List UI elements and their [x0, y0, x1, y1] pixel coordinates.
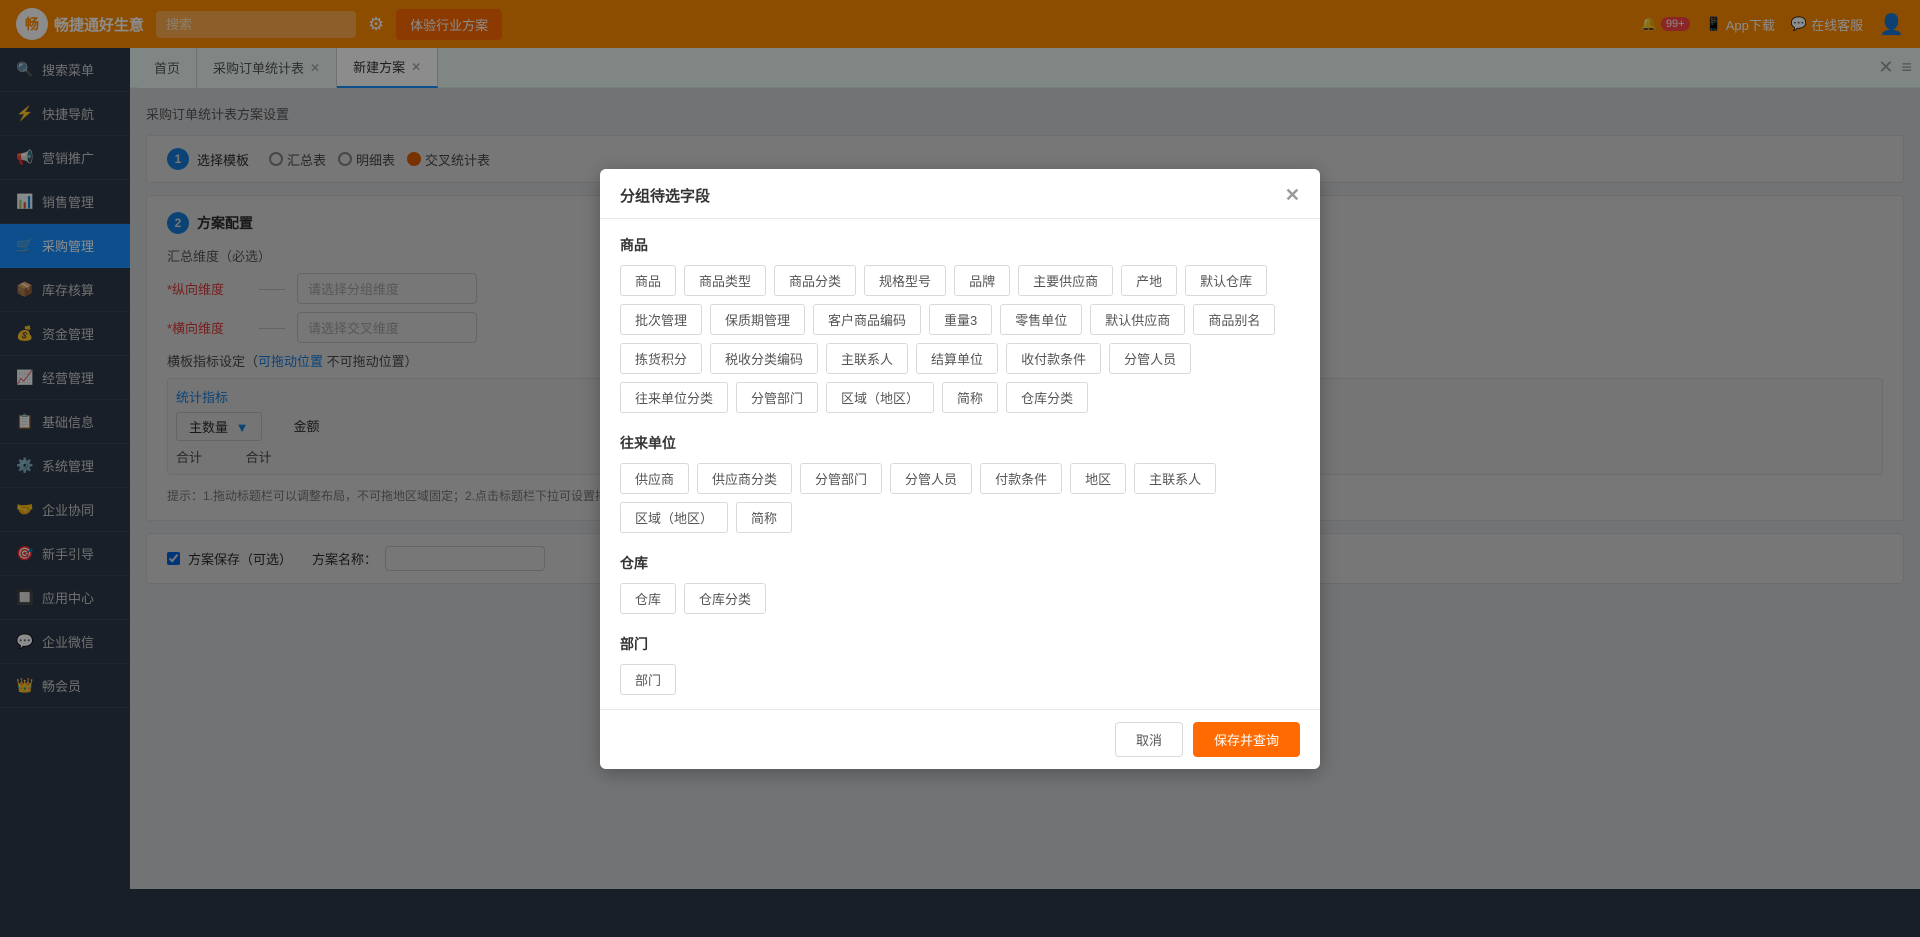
section-warehouse-title: 仓库 [620, 553, 1300, 573]
tag-c-area[interactable]: 地区 [1070, 463, 1126, 494]
dialog-header: 分组待选字段 ✕ [600, 169, 1320, 219]
tag-w-warehouse[interactable]: 仓库 [620, 583, 676, 614]
tag-default-supplier[interactable]: 默认供应商 [1090, 304, 1185, 335]
dialog-close-btn[interactable]: ✕ [1285, 186, 1300, 204]
tag-product[interactable]: 商品 [620, 265, 676, 296]
tag-product-category[interactable]: 商品分类 [774, 265, 856, 296]
confirm-button[interactable]: 保存并查询 [1193, 722, 1300, 757]
tag-default-warehouse[interactable]: 默认仓库 [1185, 265, 1267, 296]
tag-supplier-cat[interactable]: 供应商分类 [697, 463, 792, 494]
tag-c-person[interactable]: 分管人员 [890, 463, 972, 494]
tag-supplier[interactable]: 供应商 [620, 463, 689, 494]
tag-w-warehouse-cat[interactable]: 仓库分类 [684, 583, 766, 614]
section-product-title: 商品 [620, 235, 1300, 255]
tag-spec-model[interactable]: 规格型号 [864, 265, 946, 296]
section-dept: 部门 部门 [620, 634, 1300, 695]
tag-pick-score[interactable]: 拣货积分 [620, 343, 702, 374]
tag-expiry-mgmt[interactable]: 保质期管理 [710, 304, 805, 335]
field-select-dialog: 分组待选字段 ✕ 商品 商品 商品类型 商品分类 规格型号 品牌 主要供应商 产… [600, 169, 1320, 769]
tag-warehouse-cat[interactable]: 仓库分类 [1006, 382, 1088, 413]
section-counterparty: 往来单位 供应商 供应商分类 分管部门 分管人员 付款条件 地区 主联系人 区域… [620, 433, 1300, 533]
section-warehouse-tags: 仓库 仓库分类 [620, 583, 1300, 614]
tag-c-dept[interactable]: 分管部门 [800, 463, 882, 494]
tag-weight3[interactable]: 重量3 [929, 304, 992, 335]
tag-retail-unit[interactable]: 零售单位 [1000, 304, 1082, 335]
tag-settle-unit[interactable]: 结算单位 [916, 343, 998, 374]
tag-c-short[interactable]: 简称 [736, 502, 792, 533]
tag-d-dept[interactable]: 部门 [620, 664, 676, 695]
tag-batch-mgmt[interactable]: 批次管理 [620, 304, 702, 335]
section-counterparty-tags: 供应商 供应商分类 分管部门 分管人员 付款条件 地区 主联系人 区域（地区） … [620, 463, 1300, 533]
tag-dept[interactable]: 分管部门 [736, 382, 818, 413]
dialog-body[interactable]: 商品 商品 商品类型 商品分类 规格型号 品牌 主要供应商 产地 默认仓库 批次… [600, 219, 1320, 709]
tag-main-supplier[interactable]: 主要供应商 [1018, 265, 1113, 296]
dialog-title: 分组待选字段 [620, 185, 710, 206]
tag-c-region[interactable]: 区域（地区） [620, 502, 728, 533]
section-counterparty-title: 往来单位 [620, 433, 1300, 453]
tag-brand[interactable]: 品牌 [954, 265, 1010, 296]
dialog-footer: 取消 保存并查询 [600, 709, 1320, 769]
section-dept-tags: 部门 [620, 664, 1300, 695]
section-product-tags: 商品 商品类型 商品分类 规格型号 品牌 主要供应商 产地 默认仓库 批次管理 … [620, 265, 1300, 413]
tag-main-contact[interactable]: 主联系人 [826, 343, 908, 374]
tag-short-name[interactable]: 简称 [942, 382, 998, 413]
tag-product-type[interactable]: 商品类型 [684, 265, 766, 296]
section-product: 商品 商品 商品类型 商品分类 规格型号 品牌 主要供应商 产地 默认仓库 批次… [620, 235, 1300, 413]
tag-customer-code[interactable]: 客户商品编码 [813, 304, 921, 335]
tag-payment-terms[interactable]: 收付款条件 [1006, 343, 1101, 374]
dialog-overlay: 分组待选字段 ✕ 商品 商品 商品类型 商品分类 规格型号 品牌 主要供应商 产… [0, 0, 1920, 937]
tag-supervisor[interactable]: 分管人员 [1109, 343, 1191, 374]
tag-product-alias[interactable]: 商品别名 [1193, 304, 1275, 335]
section-dept-title: 部门 [620, 634, 1300, 654]
tag-counterparty-cat[interactable]: 往来单位分类 [620, 382, 728, 413]
tag-c-contact[interactable]: 主联系人 [1134, 463, 1216, 494]
section-warehouse: 仓库 仓库 仓库分类 [620, 553, 1300, 614]
tag-tax-code[interactable]: 税收分类编码 [710, 343, 818, 374]
tag-region[interactable]: 区域（地区） [826, 382, 934, 413]
tag-c-payment[interactable]: 付款条件 [980, 463, 1062, 494]
tag-origin[interactable]: 产地 [1121, 265, 1177, 296]
cancel-button[interactable]: 取消 [1115, 722, 1183, 757]
